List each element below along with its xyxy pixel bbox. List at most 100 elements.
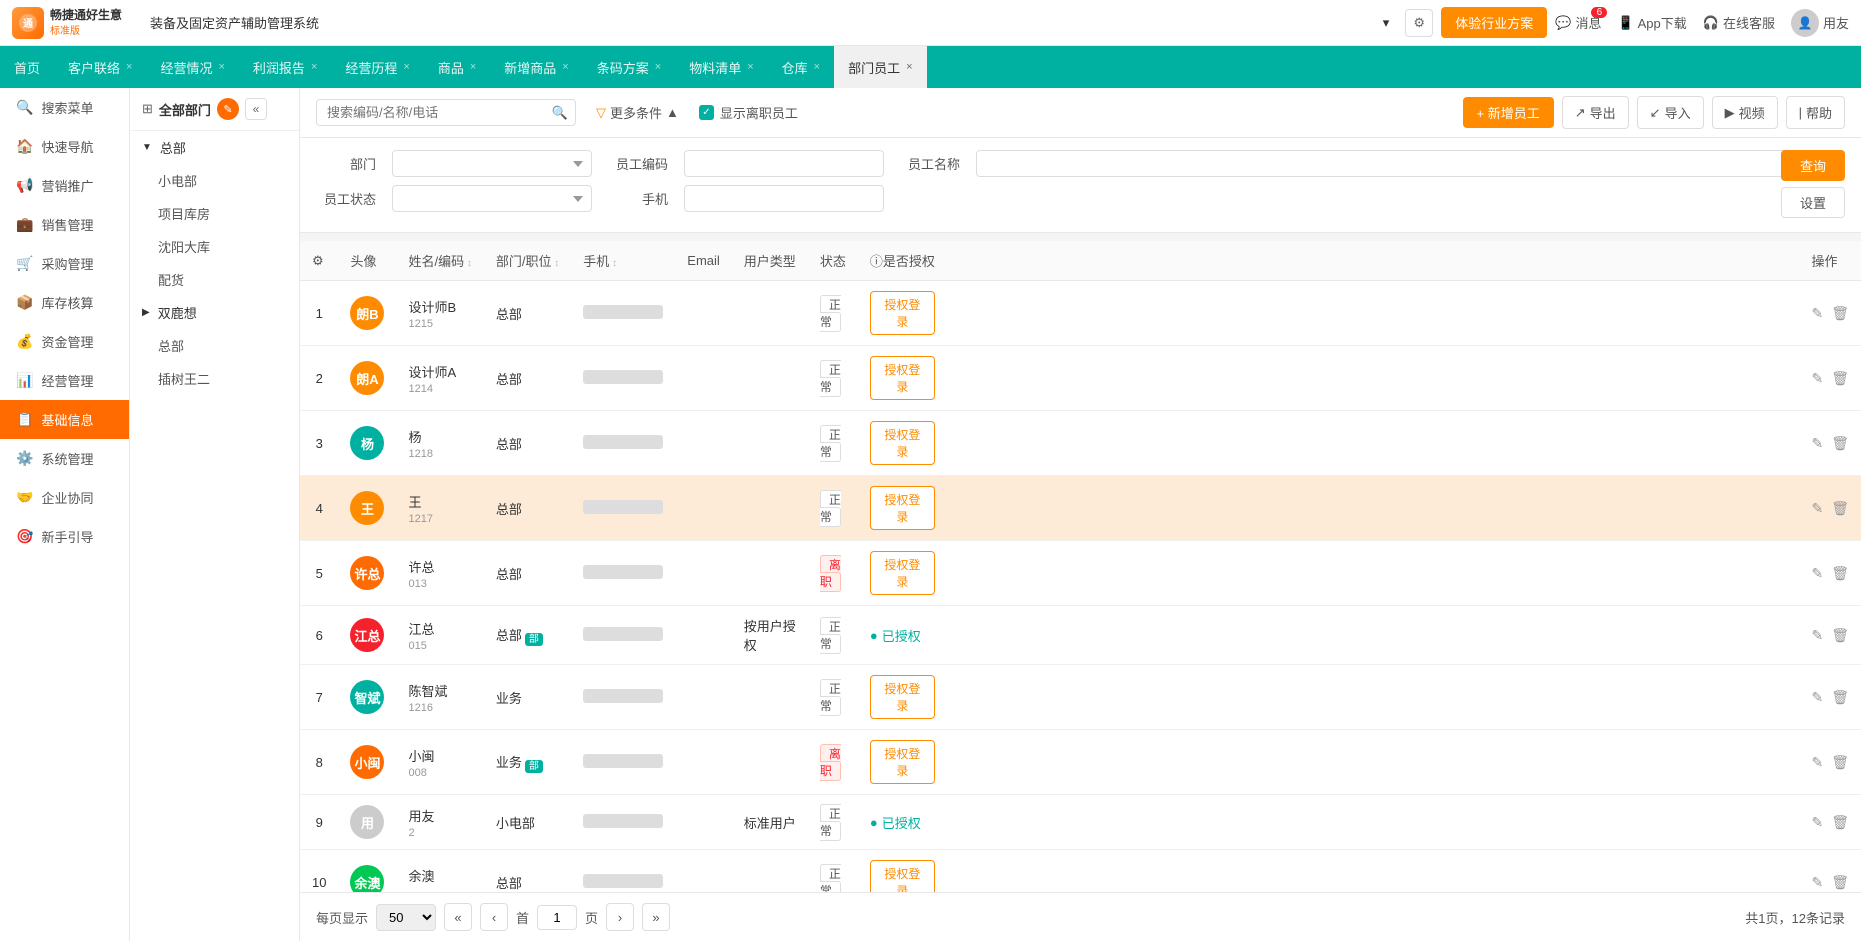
sidebar-item-bizmanage[interactable]: 📊 经营管理 [0, 361, 129, 400]
tree-item-shenyang[interactable]: 沈阳大库 [130, 230, 299, 263]
delete-button[interactable]: 🗑 [1831, 565, 1849, 582]
settings-button[interactable]: ⚙ [1405, 9, 1433, 37]
export-button[interactable]: ↗ 导出 [1562, 96, 1629, 129]
app-download-button[interactable]: 📱 App下载 [1617, 13, 1686, 32]
edit-button[interactable]: ✎ [1811, 627, 1823, 644]
tree-item-peihuo[interactable]: 配货 [130, 263, 299, 296]
tab-close-profit[interactable]: × [311, 61, 317, 73]
sidebar-item-quicknav[interactable]: 🏠 快速导航 [0, 127, 129, 166]
tab-close-barcode[interactable]: × [655, 61, 661, 73]
auth-login-button[interactable]: 授权登录 [870, 860, 935, 892]
sidebar-item-search[interactable]: 🔍 搜索菜单 [0, 88, 129, 127]
trial-button[interactable]: 体验行业方案 [1441, 7, 1547, 38]
sidebar-item-sales[interactable]: 💼 销售管理 [0, 205, 129, 244]
user-avatar-button[interactable]: 👤 用友 [1791, 9, 1849, 37]
search-input[interactable] [316, 99, 576, 126]
edit-button[interactable]: ✎ [1811, 814, 1823, 831]
message-button[interactable]: 💬 消息 6 [1555, 13, 1601, 32]
sidebar-item-purchase[interactable]: 🛒 采购管理 [0, 244, 129, 283]
sidebar-item-finance[interactable]: 💰 资金管理 [0, 322, 129, 361]
tree-item-shuanglu-group[interactable]: ▶双鹿想 [130, 296, 299, 329]
tab-close-customer[interactable]: × [126, 61, 132, 73]
tab-close-operation[interactable]: × [218, 61, 224, 73]
tab-add-goods[interactable]: 新增商品 × [490, 46, 582, 88]
edit-button[interactable]: ✎ [1811, 500, 1823, 517]
col-name-code[interactable]: 姓名/编码 [396, 241, 483, 281]
page-number-input[interactable] [537, 905, 577, 930]
sidebar-item-collab[interactable]: 🤝 企业协同 [0, 478, 129, 517]
add-employee-button[interactable]: + 新增员工 [1463, 97, 1554, 128]
tab-history[interactable]: 经营历程 × [331, 46, 423, 88]
delete-button[interactable]: 🗑 [1831, 305, 1849, 322]
sidebar-item-guide[interactable]: 🎯 新手引导 [0, 517, 129, 556]
show-resign-checkbox[interactable]: ✓ [699, 105, 714, 120]
auth-login-button[interactable]: 授权登录 [870, 356, 935, 400]
edit-button[interactable]: ✎ [1811, 565, 1823, 582]
tree-edit-button[interactable]: ✎ [217, 98, 239, 120]
auth-login-button[interactable]: 授权登录 [870, 486, 935, 530]
edit-button[interactable]: ✎ [1811, 689, 1823, 706]
sys-title-dropdown[interactable]: ▾ [1375, 11, 1398, 35]
sidebar-item-basicinfo[interactable]: 📋 基础信息 [0, 400, 129, 439]
tab-close-department[interactable]: × [906, 61, 912, 73]
page-size-select[interactable]: 50 100 [376, 904, 436, 931]
tab-operation[interactable]: 经营情况 × [146, 46, 238, 88]
first-page-button[interactable]: « [444, 903, 472, 931]
help-button[interactable]: | 帮助 [1786, 96, 1845, 129]
tab-close-history[interactable]: × [403, 61, 409, 73]
online-service-button[interactable]: 🎧 在线客服 [1703, 13, 1775, 32]
tree-item-zongbu[interactable]: 总部 [130, 329, 299, 362]
delete-button[interactable]: 🗑 [1831, 754, 1849, 771]
col-dept-position[interactable]: 部门/职位 [484, 241, 571, 281]
tab-customer[interactable]: 客户联络 × [54, 46, 146, 88]
import-button[interactable]: ↙ 导入 [1637, 96, 1704, 129]
delete-button[interactable]: 🗑 [1831, 435, 1849, 452]
tab-close-warehouse[interactable]: × [814, 61, 820, 73]
prev-page-button[interactable]: ‹ [480, 903, 508, 931]
sidebar-item-marketing[interactable]: 📢 营销推广 [0, 166, 129, 205]
query-button[interactable]: 查询 [1781, 150, 1845, 181]
delete-button[interactable]: 🗑 [1831, 874, 1849, 891]
tab-profit[interactable]: 利润报告 × [239, 46, 331, 88]
delete-button[interactable]: 🗑 [1831, 500, 1849, 517]
edit-button[interactable]: ✎ [1811, 370, 1823, 387]
col-phone[interactable]: 手机 [571, 241, 675, 281]
search-icon-button[interactable]: 🔍 [552, 105, 568, 121]
edit-button[interactable]: ✎ [1811, 754, 1823, 771]
video-button[interactable]: ▶ 视频 [1712, 96, 1778, 129]
more-filter-button[interactable]: ▽ 更多条件 ▲ [586, 98, 689, 127]
delete-button[interactable]: 🗑 [1831, 627, 1849, 644]
delete-button[interactable]: 🗑 [1831, 370, 1849, 387]
tab-bom[interactable]: 物料清单 × [675, 46, 767, 88]
tab-home[interactable]: 首页 [0, 46, 54, 88]
tree-item-zongbu-group[interactable]: ▼总部 [130, 131, 299, 164]
auth-login-button[interactable]: 授权登录 [870, 675, 935, 719]
last-page-button[interactable]: » [642, 903, 670, 931]
phone-filter-input[interactable] [684, 185, 884, 212]
tab-warehouse[interactable]: 仓库 × [768, 46, 834, 88]
tab-close-bom[interactable]: × [747, 61, 753, 73]
tab-close-add-goods[interactable]: × [562, 61, 568, 73]
auth-login-button[interactable]: 授权登录 [870, 291, 935, 335]
auth-login-button[interactable]: 授权登录 [870, 740, 935, 784]
tree-item-chashuwang[interactable]: 插树王二 [130, 362, 299, 395]
delete-button[interactable]: 🗑 [1831, 689, 1849, 706]
edit-button[interactable]: ✎ [1811, 435, 1823, 452]
col-settings[interactable]: ⚙ [300, 241, 338, 281]
emp-status-filter-select[interactable] [392, 185, 592, 212]
tab-close-goods[interactable]: × [470, 61, 476, 73]
tab-barcode[interactable]: 条码方案 × [583, 46, 675, 88]
emp-code-filter-input[interactable] [684, 150, 884, 177]
next-page-button[interactable]: › [606, 903, 634, 931]
reset-button[interactable]: 设置 [1781, 187, 1845, 218]
emp-name-filter-input[interactable] [976, 150, 1845, 177]
sidebar-item-sysmanage[interactable]: ⚙️ 系统管理 [0, 439, 129, 478]
tab-goods[interactable]: 商品 × [424, 46, 490, 88]
auth-login-button[interactable]: 授权登录 [870, 421, 935, 465]
tab-department[interactable]: 部门员工 × [834, 46, 926, 88]
edit-button[interactable]: ✎ [1811, 305, 1823, 322]
edit-button[interactable]: ✎ [1811, 874, 1823, 891]
tree-item-xiaodianbu[interactable]: 小电部 [130, 164, 299, 197]
delete-button[interactable]: 🗑 [1831, 814, 1849, 831]
auth-login-button[interactable]: 授权登录 [870, 551, 935, 595]
